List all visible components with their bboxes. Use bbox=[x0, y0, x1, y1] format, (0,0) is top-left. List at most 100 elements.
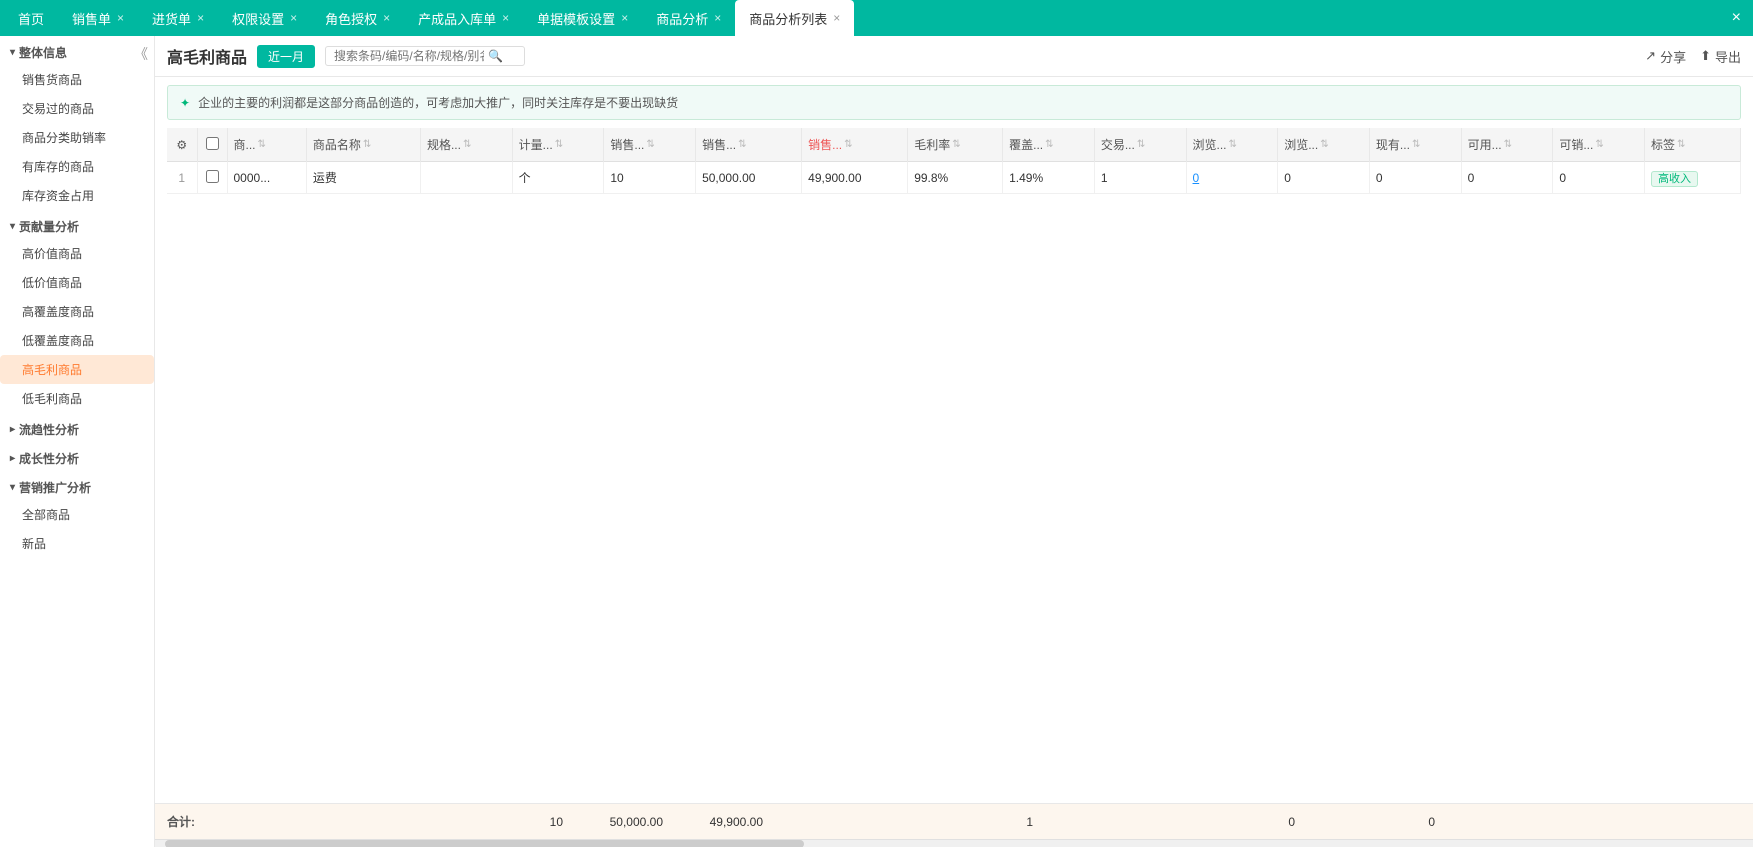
sidebar-item-low-value[interactable]: 低价值商品 bbox=[0, 268, 154, 297]
sidebar-group-trend[interactable]: ▸ 流趋性分析 bbox=[0, 413, 154, 442]
export-icon: ⬆ bbox=[1700, 48, 1711, 64]
row-checkbox[interactable] bbox=[206, 170, 219, 183]
tab-product-analysis-list[interactable]: 商品分析列表 × bbox=[735, 0, 854, 36]
sort-icon[interactable]: ⇅ bbox=[1045, 139, 1053, 150]
close-sales-order[interactable]: × bbox=[117, 11, 124, 25]
sidebar-item-new-goods[interactable]: 新品 bbox=[0, 529, 154, 558]
tab-permission[interactable]: 权限设置 × bbox=[218, 0, 311, 36]
table-container: ⚙ 商...⇅ 商品名称⇅ 规格...⇅ 计量...⇅ bbox=[167, 128, 1741, 803]
th-sales-amount: 销售...⇅ bbox=[696, 128, 802, 162]
sidebar-group-growth[interactable]: ▸ 成长性分析 bbox=[0, 442, 154, 471]
th-tag: 标签⇅ bbox=[1645, 128, 1741, 162]
info-icon: ✦ bbox=[180, 96, 190, 110]
close-permission[interactable]: × bbox=[290, 11, 297, 25]
select-all-checkbox[interactable] bbox=[206, 137, 219, 150]
cell-view1[interactable]: 0 bbox=[1186, 162, 1278, 194]
scrollbar-thumb[interactable] bbox=[165, 840, 804, 847]
search-input[interactable] bbox=[334, 49, 484, 63]
filter-recent-month[interactable]: 近一月 bbox=[257, 45, 315, 68]
footer-label: 合计: bbox=[167, 813, 195, 830]
chevron-right-icon: ▸ bbox=[10, 424, 15, 435]
tab-purchase[interactable]: 进货单 × bbox=[138, 0, 218, 36]
page-title: 高毛利商品 bbox=[167, 44, 247, 68]
footer-trade: 1 bbox=[985, 815, 1045, 829]
sidebar-item-high-margin[interactable]: 高毛利商品 bbox=[0, 355, 154, 384]
sort-icon[interactable]: ⇅ bbox=[463, 139, 471, 150]
th-unit: 计量...⇅ bbox=[512, 128, 604, 162]
th-sales-profit: 销售...⇅ bbox=[802, 128, 908, 162]
sidebar-group-contribution[interactable]: ▾ 贡献量分析 bbox=[0, 210, 154, 239]
th-available: 可用...⇅ bbox=[1461, 128, 1553, 162]
tab-product-analysis[interactable]: 商品分析 × bbox=[642, 0, 735, 36]
sort-icon[interactable]: ⇅ bbox=[1677, 139, 1685, 150]
sidebar-item-all-goods[interactable]: 全部商品 bbox=[0, 500, 154, 529]
sidebar-item-stocked-goods[interactable]: 有库存的商品 bbox=[0, 152, 154, 181]
share-action[interactable]: ↗ 分享 bbox=[1645, 47, 1686, 66]
search-icon[interactable]: 🔍 bbox=[488, 49, 503, 63]
sort-icon[interactable]: ⇅ bbox=[646, 139, 654, 150]
footer-available: 0 bbox=[1375, 815, 1435, 829]
sort-icon[interactable]: ⇅ bbox=[1137, 139, 1145, 150]
tab-homepage[interactable]: 首页 bbox=[4, 0, 58, 36]
sidebar-item-category-rate[interactable]: 商品分类助销率 bbox=[0, 123, 154, 152]
sidebar-item-low-coverage[interactable]: 低覆盖度商品 bbox=[0, 326, 154, 355]
sidebar-item-low-margin[interactable]: 低毛利商品 bbox=[0, 384, 154, 413]
th-current-stock: 现有...⇅ bbox=[1369, 128, 1461, 162]
close-purchase[interactable]: × bbox=[197, 11, 204, 25]
cell-sales-profit: 49,900.00 bbox=[802, 162, 908, 194]
th-sales-count: 销售...⇅ bbox=[604, 128, 696, 162]
table-row: 1 0000... 运费 bbox=[167, 162, 1741, 194]
cell-current-stock: 0 bbox=[1369, 162, 1461, 194]
th-code: 商...⇅ bbox=[227, 128, 306, 162]
cell-gross-margin: 99.8% bbox=[908, 162, 1003, 194]
tab-sales-order[interactable]: 销售单 × bbox=[58, 0, 138, 36]
close-product-analysis[interactable]: × bbox=[714, 11, 721, 25]
th-gross-margin: 毛利率⇅ bbox=[908, 128, 1003, 162]
sidebar-item-high-coverage[interactable]: 高覆盖度商品 bbox=[0, 297, 154, 326]
sort-icon[interactable]: ⇅ bbox=[1229, 139, 1237, 150]
sort-icon[interactable]: ⇅ bbox=[738, 139, 746, 150]
sort-icon[interactable]: ⇅ bbox=[1412, 139, 1420, 150]
tab-bar: 首页 销售单 × 进货单 × 权限设置 × 角色授权 × 产成品入库单 × 单据… bbox=[0, 0, 1753, 36]
footer-sales-profit: 49,900.00 bbox=[685, 815, 775, 829]
header-actions: ↗ 分享 ⬆ 导出 bbox=[1645, 47, 1741, 66]
content-header: 高毛利商品 近一月 🔍 ↗ 分享 ⬆ 导出 bbox=[155, 36, 1753, 77]
sidebar-group-marketing[interactable]: ▾ 营销推广分析 bbox=[0, 471, 154, 500]
sort-icon[interactable]: ⇅ bbox=[1320, 139, 1328, 150]
info-banner-text: 企业的主要的利润都是这部分商品创造的，可考虑加大推广，同时关注库存是不要出现缺货 bbox=[198, 94, 678, 111]
sidebar-item-traded-goods[interactable]: 交易过的商品 bbox=[0, 94, 154, 123]
th-trade: 交易...⇅ bbox=[1094, 128, 1186, 162]
cell-unit: 个 bbox=[512, 162, 604, 194]
cell-code: 0000... bbox=[227, 162, 306, 194]
info-banner: ✦ 企业的主要的利润都是这部分商品创造的，可考虑加大推广，同时关注库存是不要出现… bbox=[167, 85, 1741, 120]
close-window-btn[interactable]: × bbox=[1724, 9, 1749, 27]
sidebar-item-sales-goods[interactable]: 销售货商品 bbox=[0, 65, 154, 94]
horizontal-scrollbar[interactable] bbox=[155, 839, 1753, 847]
export-action[interactable]: ⬆ 导出 bbox=[1700, 47, 1741, 66]
sort-icon[interactable]: ⇅ bbox=[952, 139, 960, 150]
content-area: 高毛利商品 近一月 🔍 ↗ 分享 ⬆ 导出 ✦ 企业的主要的利润都是这部分商品创… bbox=[155, 36, 1753, 847]
footer-sales-count: 10 bbox=[495, 815, 575, 829]
close-finished-goods[interactable]: × bbox=[502, 11, 509, 25]
close-template[interactable]: × bbox=[621, 11, 628, 25]
th-name: 商品名称⇅ bbox=[306, 128, 420, 162]
close-role[interactable]: × bbox=[383, 11, 390, 25]
footer-sales-amount: 50,000.00 bbox=[585, 815, 675, 829]
sidebar-group-overall[interactable]: ▾ 整体信息 bbox=[0, 36, 154, 65]
tab-finished-goods[interactable]: 产成品入库单 × bbox=[404, 0, 523, 36]
sidebar-item-high-value[interactable]: 高价值商品 bbox=[0, 239, 154, 268]
th-sellable: 可销...⇅ bbox=[1553, 128, 1645, 162]
th-settings[interactable]: ⚙ bbox=[167, 128, 197, 162]
sort-icon[interactable]: ⇅ bbox=[1595, 139, 1603, 150]
close-product-analysis-list[interactable]: × bbox=[833, 11, 840, 25]
cell-spec bbox=[420, 162, 512, 194]
sidebar-item-stock-capital[interactable]: 库存资金占用 bbox=[0, 181, 154, 210]
tab-role[interactable]: 角色授权 × bbox=[311, 0, 404, 36]
sort-icon[interactable]: ⇅ bbox=[258, 139, 266, 150]
sort-icon[interactable]: ⇅ bbox=[363, 139, 371, 150]
sidebar-collapse-btn[interactable]: 《 bbox=[134, 44, 148, 64]
sort-icon[interactable]: ⇅ bbox=[555, 139, 563, 150]
tab-template[interactable]: 单据模板设置 × bbox=[523, 0, 642, 36]
sort-icon[interactable]: ⇅ bbox=[1504, 139, 1512, 150]
sort-icon[interactable]: ⇅ bbox=[844, 139, 852, 150]
